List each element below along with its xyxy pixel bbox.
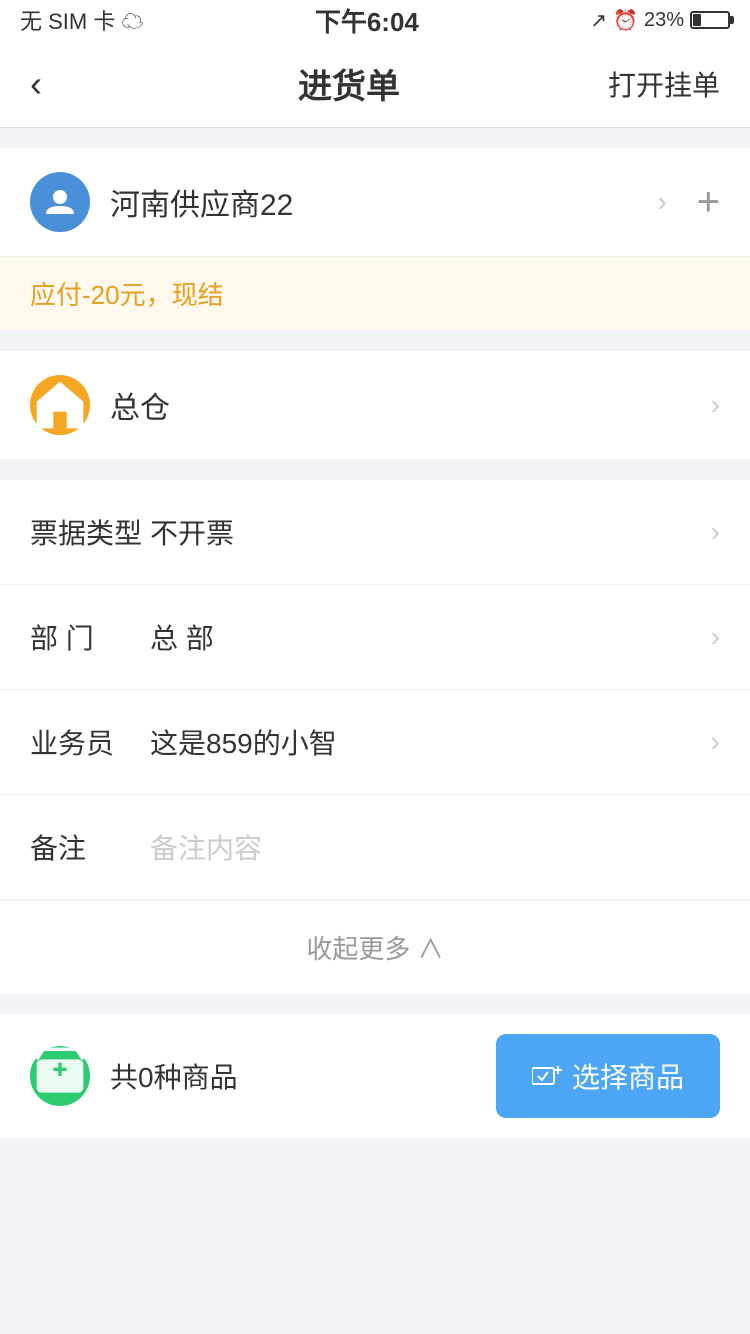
battery-icon [690, 11, 730, 29]
warehouse-section: 总仓 › [0, 351, 750, 460]
section-gap-1 [0, 128, 750, 148]
nav-bar: ‹ 进货单 打开挂单 [0, 40, 750, 128]
alarm-icon: ⏰ [613, 8, 638, 33]
warehouse-row[interactable]: 总仓 › [0, 351, 750, 460]
battery-percent: 23% [644, 9, 684, 32]
cart-icon [30, 1046, 90, 1106]
sim-signal: 无 SIM 卡 ☁ [20, 4, 143, 36]
status-right: ↗ ⏰ 23% [590, 8, 730, 33]
user-icon [42, 184, 78, 220]
product-icon [30, 1046, 90, 1106]
invoice-type-arrow-icon: › [711, 516, 720, 548]
department-arrow-icon: › [711, 621, 720, 653]
remark-label: 备注 [30, 827, 150, 867]
invoice-type-label: 票据类型 [30, 512, 150, 552]
supplier-name: 河南供应商22 [110, 180, 657, 224]
open-pending-button[interactable]: 打开挂单 [608, 64, 720, 104]
status-bar: 无 SIM 卡 ☁ 下午6:04 ↗ ⏰ 23% [0, 0, 750, 40]
back-button[interactable]: ‹ [30, 63, 90, 105]
section-gap-2 [0, 331, 750, 351]
warehouse-name: 总仓 [110, 383, 711, 427]
page-title: 进货单 [298, 59, 400, 108]
department-value: 总 部 [150, 617, 711, 657]
select-product-button[interactable]: 选择商品 [496, 1034, 720, 1118]
home-icon [30, 375, 90, 435]
salesperson-arrow-icon: › [711, 726, 720, 758]
salesperson-row[interactable]: 业务员 这是859的小智 › [0, 690, 750, 795]
warehouse-arrow-icon: › [711, 389, 720, 421]
select-product-icon [532, 1064, 562, 1088]
remark-row[interactable]: 备注 备注内容 [0, 795, 750, 900]
supplier-avatar [30, 172, 90, 232]
salesperson-value: 这是859的小智 [150, 722, 711, 762]
select-product-label: 选择商品 [572, 1056, 684, 1096]
collapse-button[interactable]: 收起更多 ∧ [0, 900, 750, 994]
department-row[interactable]: 部 门 总 部 › [0, 585, 750, 690]
invoice-type-value: 不开票 [150, 512, 711, 552]
alert-banner: 应付-20元，现结 [0, 257, 750, 331]
product-bottom-section: 共0种商品 选择商品 [0, 1014, 750, 1138]
form-section: 票据类型 不开票 › 部 门 总 部 › 业务员 这是859的小智 › 备注 备… [0, 480, 750, 994]
add-supplier-button[interactable]: + [697, 180, 720, 225]
product-count: 共0种商品 [110, 1056, 476, 1096]
supplier-section: 河南供应商22 › + 应付-20元，现结 [0, 148, 750, 331]
salesperson-label: 业务员 [30, 722, 150, 762]
remark-placeholder: 备注内容 [150, 827, 720, 867]
invoice-type-row[interactable]: 票据类型 不开票 › [0, 480, 750, 585]
supplier-row[interactable]: 河南供应商22 › + [0, 148, 750, 257]
supplier-arrow-icon: › [657, 186, 666, 218]
department-label: 部 门 [30, 617, 150, 657]
warehouse-icon [30, 375, 90, 435]
status-left: 无 SIM 卡 ☁ [20, 4, 143, 36]
status-time: 下午6:04 [315, 2, 419, 39]
location-icon: ↗ [590, 8, 607, 33]
